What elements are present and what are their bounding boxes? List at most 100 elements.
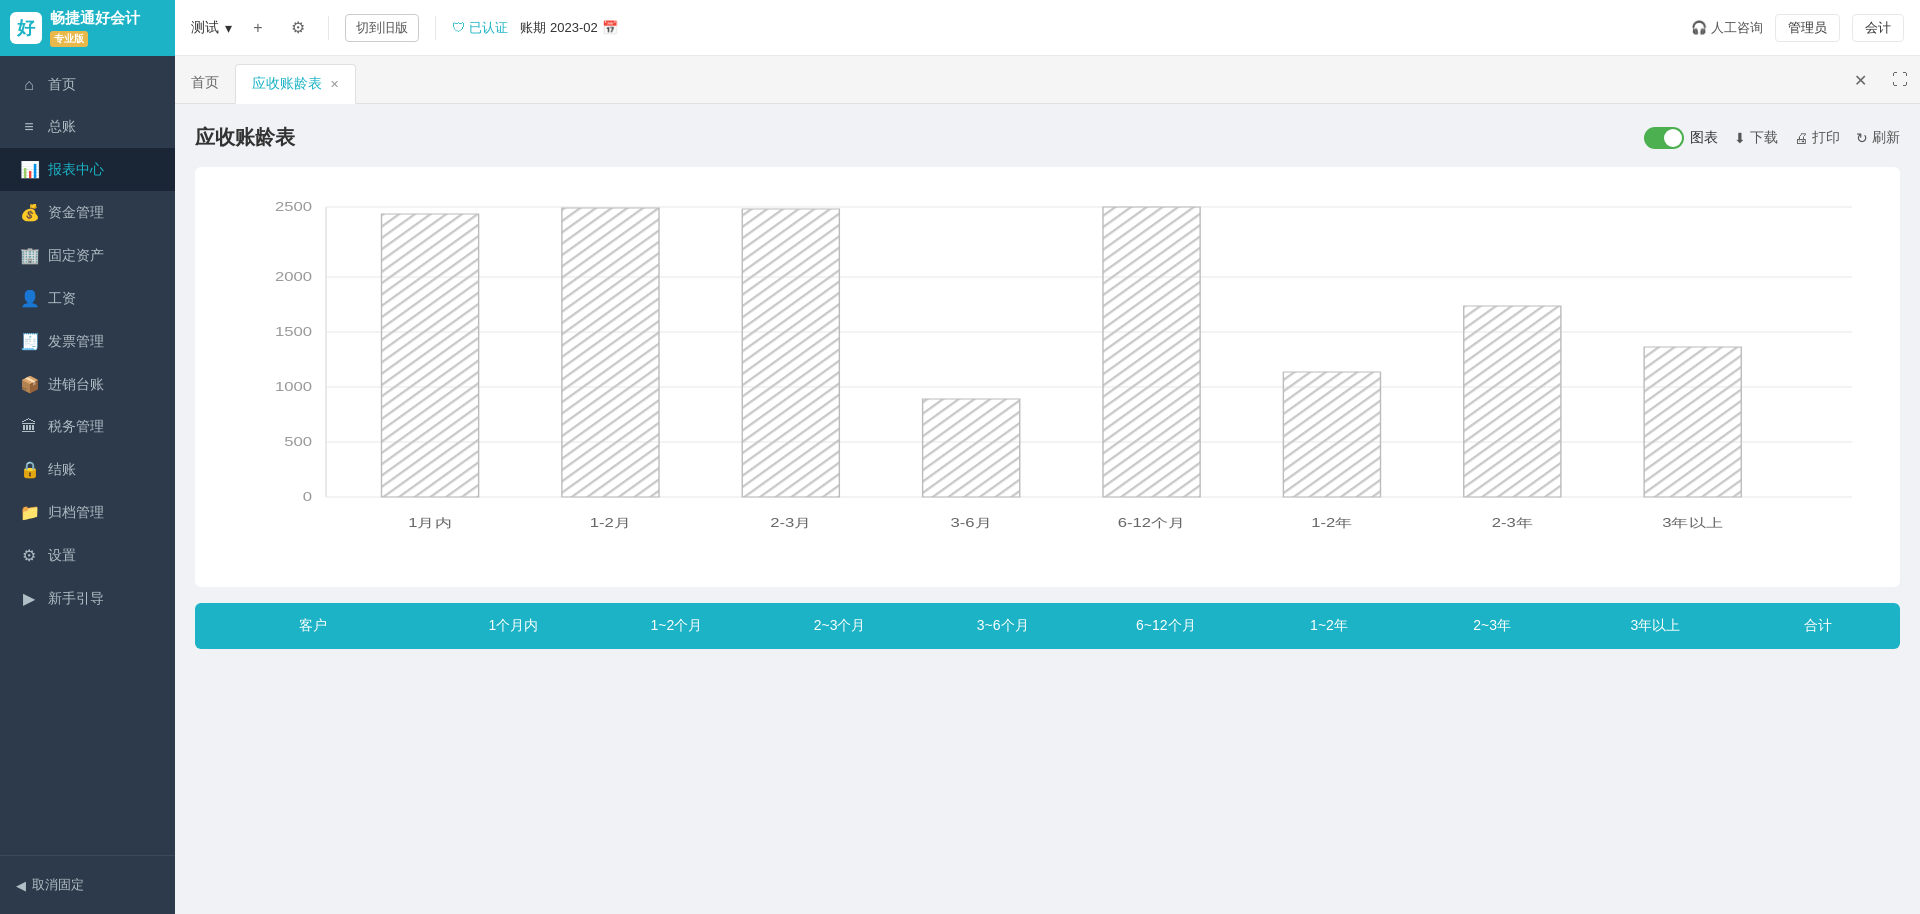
settings-icon: ⚙ [20,546,38,565]
svg-text:2-3月: 2-3月 [770,516,811,529]
sidebar-bottom: ◀ 取消固定 [0,855,175,914]
svg-text:2000: 2000 [275,270,312,283]
sidebar-label-salary: 工资 [48,290,76,308]
company-selector[interactable]: 测试 ▾ [191,19,232,37]
invoice-icon: 🧾 [20,332,38,351]
assets-icon: 🏢 [20,246,38,265]
close-window-button[interactable]: ✕ [1840,56,1880,104]
download-label: 下载 [1750,129,1778,147]
download-icon: ⬇ [1734,130,1746,146]
sidebar-item-reports[interactable]: 📊报表中心 [0,148,175,191]
cancel-fixed-label: 取消固定 [32,876,84,894]
bar-2-3年 [1464,306,1561,497]
sidebar-item-home[interactable]: ⌂首页 [0,64,175,106]
app-edition: 专业版 [50,31,88,47]
svg-text:2-3年: 2-3年 [1492,516,1533,529]
sidebar-label-closing: 结账 [48,461,76,479]
home-icon: ⌂ [20,76,38,94]
sidebar-item-archive[interactable]: 📁归档管理 [0,491,175,534]
bar-2-3月 [742,209,839,497]
sidebar-item-funds[interactable]: 💰资金管理 [0,191,175,234]
sidebar-label-settings: 设置 [48,547,76,565]
manager-label: 管理员 [1788,20,1827,35]
bar-1-2年 [1283,372,1380,497]
settings-button[interactable]: ⚙ [284,14,312,42]
consult-label: 人工咨询 [1711,19,1763,37]
page-actions: 图表 ⬇ 下载 🖨 打印 ↻ 刷新 [1644,127,1900,149]
svg-text:1-2年: 1-2年 [1311,516,1352,529]
refresh-button[interactable]: ↻ 刷新 [1856,129,1900,147]
sidebar-item-tax[interactable]: 🏛税务管理 [0,406,175,448]
sidebar-label-assets: 固定资产 [48,247,104,265]
sidebar-item-salary[interactable]: 👤工资 [0,277,175,320]
sidebar-label-archive: 归档管理 [48,504,104,522]
svg-text:3年以上: 3年以上 [1662,516,1723,529]
consult-button[interactable]: 🎧 人工咨询 [1691,19,1763,37]
sidebar-item-ledger[interactable]: ≡总账 [0,106,175,148]
page-title: 应收账龄表 [195,124,295,151]
plus-icon: + [253,19,262,37]
table-header-cell-4: 3~6个月 [921,603,1084,649]
sidebar-item-inventory[interactable]: 📦进销台账 [0,363,175,406]
certified-badge: 🛡 已认证 [452,19,508,37]
table-header-cell-1: 1个月内 [432,603,595,649]
refresh-icon: ↻ [1856,130,1868,146]
svg-text:1500: 1500 [275,325,312,338]
sidebar-label-funds: 资金管理 [48,204,104,222]
pin-icon: ◀ [16,878,26,893]
topbar: 测试 ▾ + ⚙ 切到旧版 🛡 已认证 账期 2023-02 📅 🎧 人工咨询 [175,0,1920,56]
toggle-label: 图表 [1690,129,1718,147]
tabbar: 首页 应收账龄表 ✕ ✕ ⛶ [175,56,1920,104]
inventory-icon: 📦 [20,375,38,394]
certified-label: 已认证 [469,19,508,37]
sidebar-item-settings[interactable]: ⚙ 设置 [0,534,175,577]
period-value: 2023-02 [550,20,598,35]
sidebar-label-tax: 税务管理 [48,418,104,436]
app-name-block: 畅捷通好会计 专业版 [50,9,140,47]
sidebar-label-ledger: 总账 [48,118,76,136]
tab-home[interactable]: 首页 [175,63,235,103]
sidebar-item-guide[interactable]: ▶新手引导 [0,577,175,620]
tab-home-label: 首页 [191,74,219,92]
toggle-switch[interactable] [1644,127,1684,149]
sidebar: 好 畅捷通好会计 专业版 ⌂首页≡总账📊报表中心💰资金管理 🏢 固定资产 👤工资🧾发票… [0,0,175,914]
topbar-right: 🎧 人工咨询 管理员 会计 [1691,14,1904,42]
app-name: 畅捷通好会计 [50,9,140,28]
main-area: 测试 ▾ + ⚙ 切到旧版 🛡 已认证 账期 2023-02 📅 🎧 人工咨询 [175,0,1920,914]
print-button[interactable]: 🖨 打印 [1794,129,1840,147]
bar-1-2月 [562,208,659,497]
bar-1月内 [382,214,479,497]
company-name: 测试 [191,19,219,37]
sidebar-item-closing[interactable]: 🔒结账 [0,448,175,491]
window-controls: ✕ ⛶ [1840,56,1920,104]
svg-text:0: 0 [303,490,312,503]
tab-aging[interactable]: 应收账龄表 ✕ [235,64,356,104]
add-button[interactable]: + [244,14,272,42]
table-header-cell-8: 3年以上 [1574,603,1737,649]
sidebar-item-assets[interactable]: 🏢 固定资产 [0,234,175,277]
sidebar-label-guide: 新手引导 [48,590,104,608]
page-header: 应收账龄表 图表 ⬇ 下载 🖨 打印 ↻ 刷新 [195,124,1900,151]
bar-3年以上 [1644,347,1741,497]
sidebar-item-invoice[interactable]: 🧾发票管理 [0,320,175,363]
sidebar-logo: 好 畅捷通好会计 专业版 [0,0,175,56]
sidebar-label-reports: 报表中心 [48,161,104,179]
manager-button[interactable]: 管理员 [1775,14,1840,42]
tab-close-icon[interactable]: ✕ [330,78,339,91]
download-button[interactable]: ⬇ 下载 [1734,129,1778,147]
accountant-button[interactable]: 会计 [1852,14,1904,42]
old-version-button[interactable]: 切到旧版 [345,14,419,42]
table-header-cell-2: 1~2个月 [595,603,758,649]
chart-toggle[interactable]: 图表 [1644,127,1718,149]
svg-text:3-6月: 3-6月 [951,516,992,529]
period-display: 账期 2023-02 📅 [520,19,618,37]
expand-window-button[interactable]: ⛶ [1880,56,1920,104]
cancel-fixed-button[interactable]: ◀ 取消固定 [0,866,175,904]
content-area: 应收账龄表 图表 ⬇ 下载 🖨 打印 ↻ 刷新 [175,104,1920,914]
svg-text:1月内: 1月内 [408,516,452,529]
topbar-divider-1 [328,16,329,40]
bar-6-12月 [1103,207,1200,497]
bar-3-6月 [923,399,1020,497]
chart-wrap: 0 500 1000 1500 2000 2500 1月内 [215,187,1880,567]
old-version-label: 切到旧版 [356,20,408,35]
